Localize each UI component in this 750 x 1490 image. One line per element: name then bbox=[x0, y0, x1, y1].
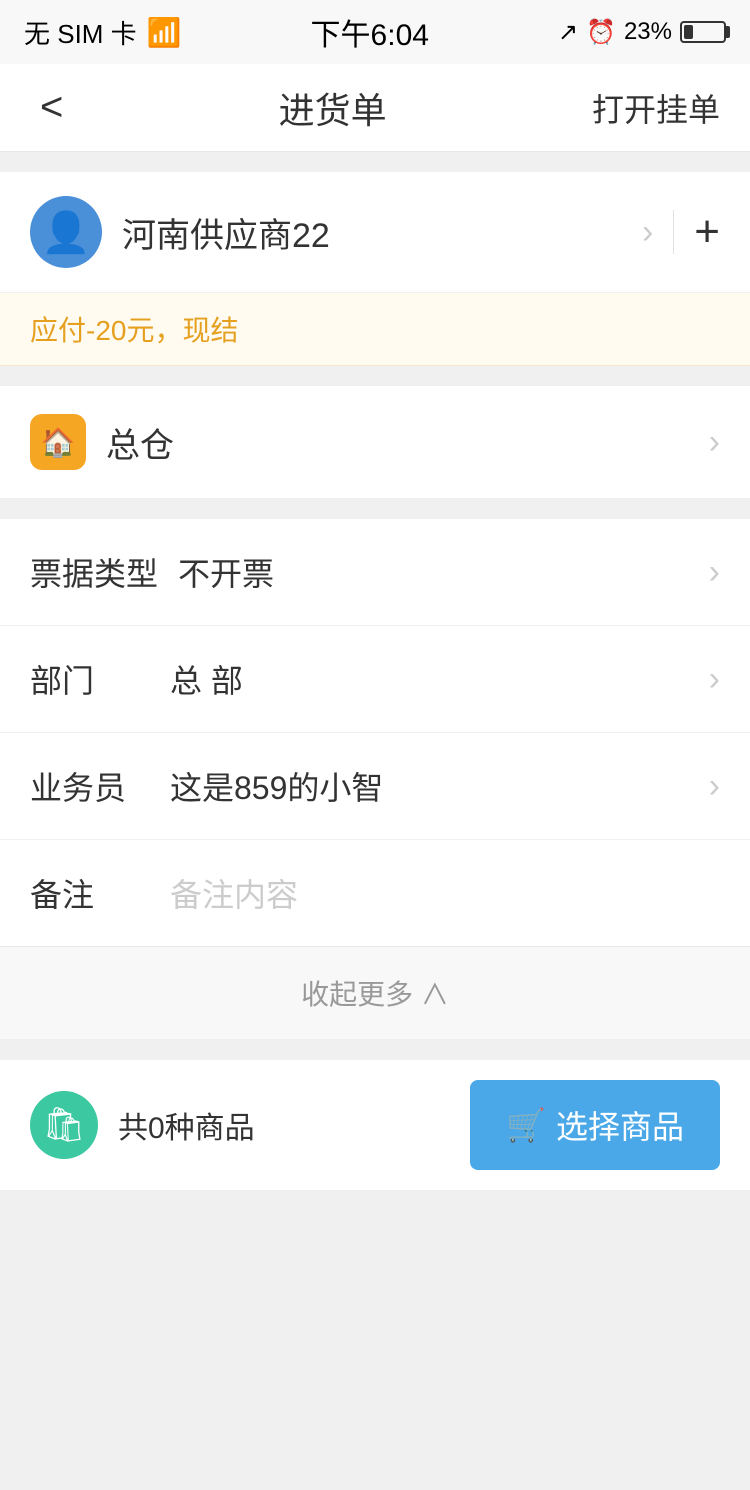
department-row[interactable]: 部门 总 部 › bbox=[0, 626, 750, 733]
section-gap-1 bbox=[0, 152, 750, 172]
battery-icon bbox=[680, 21, 726, 43]
notice-text: 应付-20元，现结 bbox=[30, 315, 238, 346]
warehouse-row[interactable]: 🏠 总仓 › bbox=[0, 386, 750, 499]
shopping-bag-icon: 🛍 bbox=[42, 1105, 85, 1145]
status-time: 下午6:04 bbox=[311, 10, 429, 54]
remark-placeholder: 备注内容 bbox=[170, 870, 720, 916]
battery-percent: 23% bbox=[624, 18, 672, 46]
navigation-bar: < 进货单 打开挂单 bbox=[0, 64, 750, 152]
wifi-icon: 📶 bbox=[147, 16, 182, 49]
supplier-chevron-icon: › bbox=[642, 213, 653, 252]
bottom-bar: 🛍 共0种商品 🛒 选择商品 bbox=[0, 1059, 750, 1190]
remark-label: 备注 bbox=[30, 870, 150, 916]
salesperson-label: 业务员 bbox=[30, 763, 150, 809]
invoice-type-value: 不开票 bbox=[178, 549, 709, 595]
form-section: 票据类型 不开票 › 部门 总 部 › 业务员 这是859的小智 › 备注 备注… bbox=[0, 519, 750, 946]
location-icon: ↗ bbox=[558, 18, 578, 47]
battery-fill bbox=[684, 25, 693, 39]
supplier-section: 👤 河南供应商22 › + 应付-20元，现结 bbox=[0, 172, 750, 366]
add-supplier-button[interactable]: + bbox=[673, 210, 720, 254]
section-gap-2 bbox=[0, 366, 750, 386]
warehouse-name: 总仓 bbox=[106, 418, 709, 467]
invoice-type-row[interactable]: 票据类型 不开票 › bbox=[0, 519, 750, 626]
product-icon-wrap: 🛍 bbox=[30, 1091, 98, 1159]
warehouse-icon-wrap: 🏠 bbox=[30, 414, 86, 470]
department-value: 总 部 bbox=[170, 656, 709, 702]
select-product-icon: 🛒 bbox=[506, 1106, 546, 1144]
person-icon: 👤 bbox=[41, 209, 91, 256]
supplier-name: 河南供应商22 bbox=[122, 208, 642, 257]
product-count: 共0种商品 bbox=[118, 1103, 470, 1147]
carrier-text: 无 SIM 卡 bbox=[24, 14, 137, 51]
section-gap-3 bbox=[0, 499, 750, 519]
status-left: 无 SIM 卡 📶 bbox=[24, 14, 182, 51]
section-gap-4 bbox=[0, 1039, 750, 1059]
invoice-type-label: 票据类型 bbox=[30, 549, 158, 595]
invoice-type-chevron-icon: › bbox=[709, 553, 720, 592]
salesperson-value: 这是859的小智 bbox=[170, 763, 709, 809]
salesperson-row[interactable]: 业务员 这是859的小智 › bbox=[0, 733, 750, 840]
back-button[interactable]: < bbox=[30, 75, 73, 140]
alarm-icon: ⏰ bbox=[586, 18, 616, 47]
department-label: 部门 bbox=[30, 656, 150, 702]
remark-row[interactable]: 备注 备注内容 bbox=[0, 840, 750, 946]
collapse-button[interactable]: 收起更多 ∧ bbox=[0, 946, 750, 1039]
warehouse-icon: 🏠 bbox=[41, 426, 76, 459]
status-right: ↗ ⏰ 23% bbox=[558, 18, 726, 47]
notice-bar: 应付-20元，现结 bbox=[0, 293, 750, 366]
page-title: 进货单 bbox=[279, 82, 387, 134]
supplier-row[interactable]: 👤 河南供应商22 › + bbox=[0, 172, 750, 293]
department-chevron-icon: › bbox=[709, 660, 720, 699]
warehouse-chevron-icon: › bbox=[709, 423, 720, 462]
select-product-button[interactable]: 🛒 选择商品 bbox=[470, 1080, 720, 1170]
status-bar: 无 SIM 卡 📶 下午6:04 ↗ ⏰ 23% bbox=[0, 0, 750, 64]
select-product-label: 选择商品 bbox=[556, 1102, 684, 1148]
page-bottom bbox=[0, 1190, 750, 1490]
salesperson-chevron-icon: › bbox=[709, 767, 720, 806]
open-pending-button[interactable]: 打开挂单 bbox=[592, 85, 720, 131]
supplier-avatar: 👤 bbox=[30, 196, 102, 268]
